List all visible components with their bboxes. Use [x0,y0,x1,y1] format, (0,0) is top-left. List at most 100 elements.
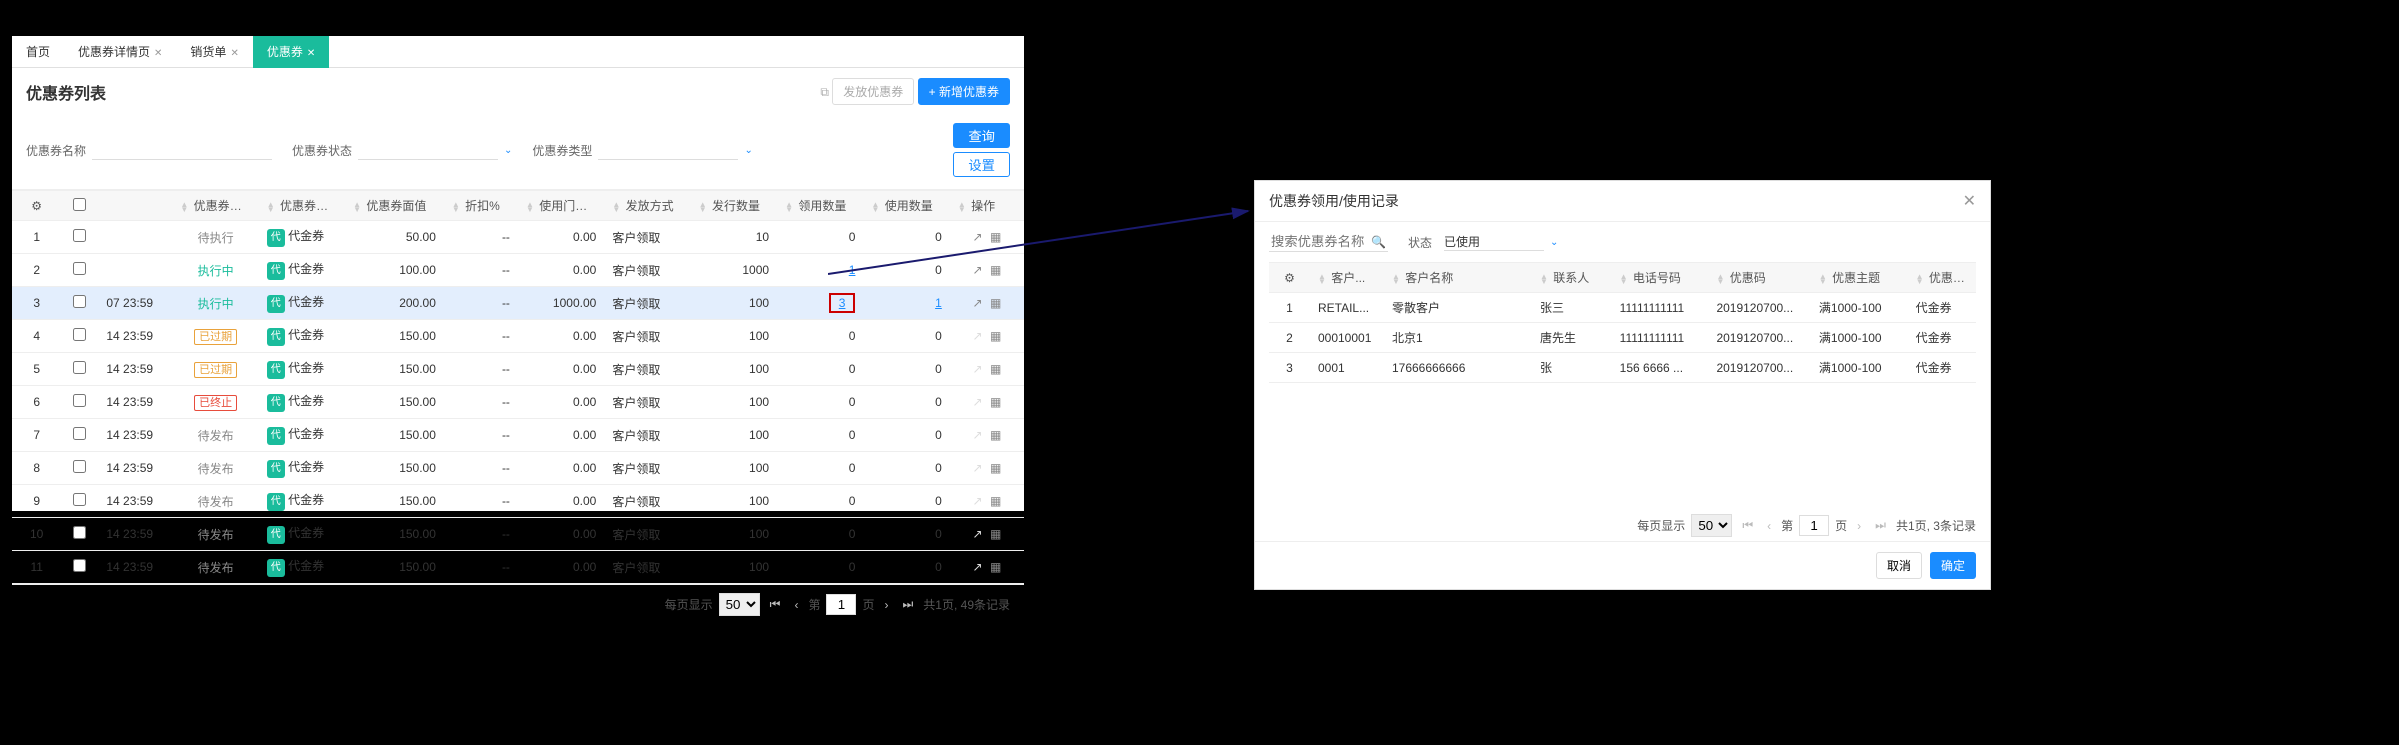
issue-coupon-button[interactable]: 发放优惠券 [832,78,914,105]
table-row[interactable]: 1114 23:59待发布代 代金券150.00--0.00客户领取10000↗… [12,551,1024,584]
qr-icon[interactable]: ▦ [990,494,1001,508]
row-checkbox[interactable] [73,460,86,473]
share-icon[interactable]: ↗ [973,263,983,277]
tab-close-icon[interactable]: ✕ [307,48,315,59]
gear-col[interactable]: ⚙ [12,191,61,221]
table-row[interactable]: 1待执行代 代金券50.00--0.00客户领取1000↗ ▦ [12,221,1024,254]
page-first-icon[interactable]: ⏮ [766,597,785,612]
qr-icon[interactable]: ▦ [990,428,1001,442]
row-checkbox[interactable] [73,262,86,275]
mcol-2[interactable]: ▲▼ 联系人 [1532,263,1612,293]
page-prev-icon[interactable]: ‹ [790,598,802,612]
sort-icon[interactable]: ▲▼ [526,202,534,212]
filter-type-select[interactable] [598,140,738,160]
ok-button[interactable]: 确定 [1930,552,1976,579]
table-row[interactable]: 3000117666666666张156 6666 ...2019120700.… [1269,353,1976,383]
col-7[interactable]: ▲▼ 领用数量 [777,191,863,221]
qr-icon[interactable]: ▦ [990,263,1001,277]
claimed-link[interactable]: 3 [839,296,846,310]
add-coupon-button[interactable]: + 新增优惠券 [918,78,1010,105]
mcol-6[interactable]: ▲▼ 优惠券类 [1908,263,1976,293]
sort-icon[interactable]: ▲▼ [612,202,620,212]
sort-icon[interactable]: ▲▼ [1716,274,1724,284]
table-row[interactable]: 514 23:59已过期代 代金券150.00--0.00客户领取10000↗ … [12,353,1024,386]
page-last-icon[interactable]: ⏭ [898,597,917,612]
page-next-icon[interactable]: › [880,598,892,612]
row-checkbox[interactable] [73,361,86,374]
tab-0[interactable]: 首页 [12,36,64,68]
row-checkbox[interactable] [73,427,86,440]
close-icon[interactable]: ✕ [1963,191,1976,211]
mcol-5[interactable]: ▲▼ 优惠主题 [1811,263,1908,293]
sort-icon[interactable]: ▲▼ [1819,274,1827,284]
qr-icon[interactable]: ▦ [990,395,1001,409]
row-checkbox[interactable] [73,394,86,407]
table-row[interactable]: 614 23:59已终止代 代金券150.00--0.00客户领取10000↗ … [12,386,1024,419]
page-last-icon[interactable]: ⏭ [1871,518,1890,533]
used-link[interactable]: 1 [935,296,942,310]
sort-icon[interactable]: ▲▼ [1318,274,1326,284]
modal-state-value[interactable]: 已使用 [1444,233,1544,251]
table-row[interactable]: 200010001北京1唐先生111111111112019120700...满… [1269,323,1976,353]
qr-icon[interactable]: ▦ [990,329,1001,343]
qr-icon[interactable]: ▦ [990,461,1001,475]
row-checkbox[interactable] [73,493,86,506]
page-input[interactable] [826,594,856,615]
page-next-icon[interactable]: › [1853,519,1865,533]
qr-icon[interactable]: ▦ [990,230,1001,244]
claimed-link[interactable]: 1 [849,263,856,277]
col-0[interactable]: ▲▼ 优惠券状态 [172,191,258,221]
mcol-3[interactable]: ▲▼ 电话号码 [1612,263,1709,293]
qr-icon[interactable]: ▦ [990,527,1001,541]
col-2[interactable]: ▲▼ 优惠券面值 [345,191,444,221]
search-button[interactable]: 查询 [953,123,1010,148]
gear-col[interactable]: ⚙ [1269,263,1310,293]
mcol-1[interactable]: ▲▼ 客户名称 [1384,263,1532,293]
col-6[interactable]: ▲▼ 发行数量 [691,191,777,221]
sort-icon[interactable]: ▲▼ [452,202,460,212]
sort-icon[interactable]: ▲▼ [958,202,966,212]
table-row[interactable]: 814 23:59待发布代 代金券150.00--0.00客户领取10000↗ … [12,452,1024,485]
qr-icon[interactable]: ▦ [990,560,1001,574]
sort-icon[interactable]: ▲▼ [1916,274,1924,284]
tab-3[interactable]: 优惠券✕ [253,36,329,68]
sort-icon[interactable]: ▲▼ [180,202,188,212]
per-page-select[interactable]: 50 [719,593,760,616]
cancel-button[interactable]: 取消 [1876,552,1922,579]
col-5[interactable]: ▲▼ 发放方式 [604,191,690,221]
share-icon[interactable]: ↗ [973,230,983,244]
table-row[interactable]: 714 23:59待发布代 代金券150.00--0.00客户领取10000↗ … [12,419,1024,452]
qr-icon[interactable]: ▦ [990,296,1001,310]
col-4[interactable]: ▲▼ 使用门槛... [518,191,604,221]
checkbox-col[interactable] [61,191,98,221]
tab-2[interactable]: 销货单✕ [176,36,252,68]
row-checkbox[interactable] [73,229,86,242]
modal-search-input[interactable] [1271,234,1371,249]
table-row[interactable]: 1014 23:59待发布代 代金券150.00--0.00客户领取10000↗… [12,518,1024,551]
col-8[interactable]: ▲▼ 使用数量 [863,191,949,221]
table-row[interactable]: 307 23:59执行中代 代金券200.00--1000.00客户领取1003… [12,287,1024,320]
select-all-checkbox[interactable] [73,198,86,211]
settings-button[interactable]: 设置 [953,152,1010,177]
row-checkbox[interactable] [73,328,86,341]
row-checkbox[interactable] [73,295,86,308]
page-prev-icon[interactable]: ‹ [1763,519,1775,533]
tab-1[interactable]: 优惠券详情页✕ [64,36,176,68]
col-3[interactable]: ▲▼ 折扣% [444,191,518,221]
mcol-4[interactable]: ▲▼ 优惠码 [1708,263,1810,293]
page-first-icon[interactable]: ⏮ [1738,518,1757,533]
filter-name-input[interactable] [92,140,272,160]
share-icon[interactable]: ↗ [973,296,983,310]
search-icon[interactable]: 🔍 [1371,235,1386,249]
sort-icon[interactable]: ▲▼ [353,202,361,212]
sort-icon[interactable]: ▲▼ [1392,274,1400,284]
table-row[interactable]: 1RETAIL...零散客户张三111111111112019120700...… [1269,293,1976,323]
tab-close-icon[interactable]: ✕ [154,48,162,59]
sort-icon[interactable]: ▲▼ [267,202,275,212]
sort-icon[interactable]: ▲▼ [699,202,707,212]
col-9[interactable]: ▲▼ 操作 [950,191,1024,221]
sort-icon[interactable]: ▲▼ [1540,274,1548,284]
mcol-0[interactable]: ▲▼ 客户... [1310,263,1384,293]
table-row[interactable]: 914 23:59待发布代 代金券150.00--0.00客户领取10000↗ … [12,485,1024,518]
row-checkbox[interactable] [73,526,86,539]
